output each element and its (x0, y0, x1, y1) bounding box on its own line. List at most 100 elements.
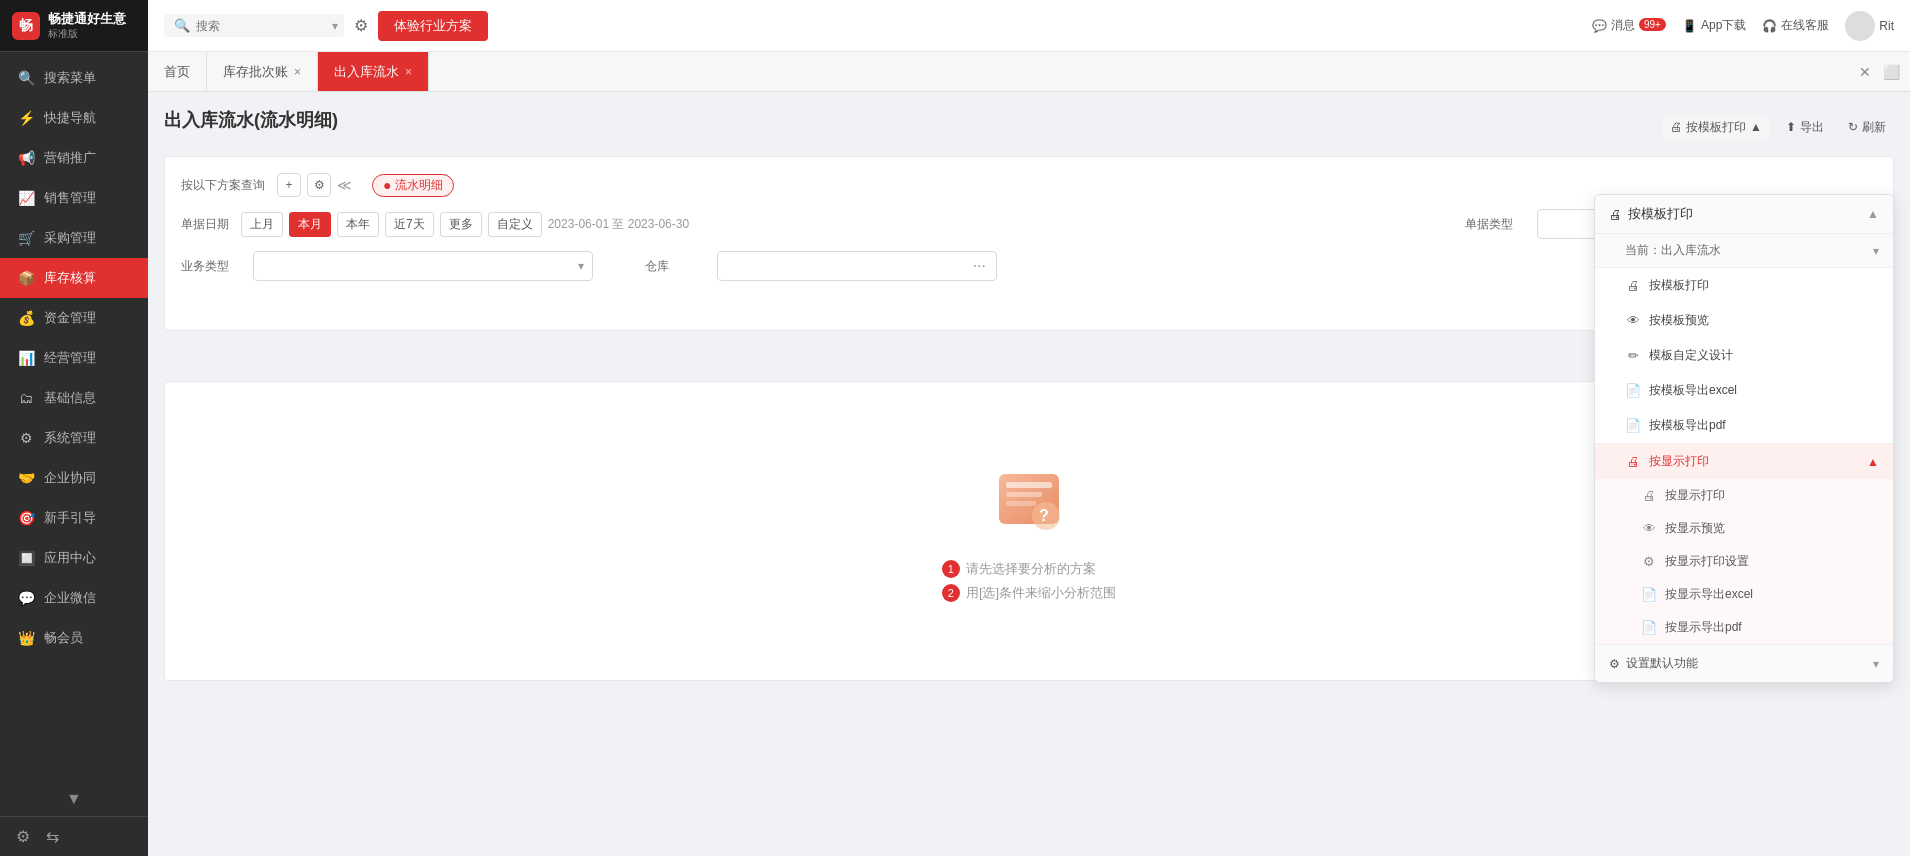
user-avatar-button[interactable]: Rit (1845, 11, 1894, 41)
sidebar-scroll-down[interactable]: ▼ (0, 782, 148, 816)
date-filter: 上月 本月 本年 近7天 更多 自定义 2023-06-01 至 2023-06… (241, 212, 1453, 237)
app-download-label: App下载 (1701, 17, 1746, 34)
sidebar-item-guide[interactable]: 🎯 新手引导 (0, 498, 148, 538)
sidebar-item-wechat[interactable]: 💬 企业微信 (0, 578, 148, 618)
warehouse-more-icon[interactable]: ··· (973, 257, 986, 275)
scroll-down-button[interactable]: ▼ (0, 786, 148, 812)
topbar-actions: 💬 消息 99+ 📱 App下载 🎧 在线客服 Rit (1592, 11, 1894, 41)
display-export-excel-label: 按显示导出excel (1665, 586, 1753, 603)
dropdown-item-display-preview[interactable]: 👁 按显示预览 (1595, 512, 1893, 545)
sidebar-logo: 畅 畅捷通好生意 标准版 (0, 0, 148, 52)
message-button[interactable]: 💬 消息 99+ (1592, 17, 1666, 34)
service-icon: 🎧 (1762, 19, 1777, 33)
dropdown-item-display-print[interactable]: 🖨 按显示打印 (1595, 479, 1893, 512)
topbar-search-box[interactable]: 🔍 ▾ (164, 14, 344, 37)
dropdown-item-display-export-pdf[interactable]: 📄 按显示导出pdf (1595, 611, 1893, 644)
purchase-icon: 🛒 (16, 228, 36, 248)
maximize-window-icon[interactable]: ⬜ (1882, 63, 1900, 81)
dropdown-item-display-print-header[interactable]: 🖨 按显示打印 ▲ (1595, 444, 1893, 479)
toggle-sidebar-icon[interactable]: ⇆ (46, 827, 59, 846)
dropdown-header: 🖨 按模板打印 ▲ (1595, 195, 1893, 234)
filter-tag-label: 流水明细 (395, 177, 443, 194)
sidebar-item-label: 系统管理 (44, 429, 96, 447)
inventory-icon: 📦 (16, 268, 36, 288)
sidebar-item-app-center[interactable]: 🔲 应用中心 (0, 538, 148, 578)
sidebar-item-quick-nav[interactable]: ⚡ 快捷导航 (0, 98, 148, 138)
tab-in-out-flow[interactable]: 出入库流水 × (318, 52, 429, 91)
close-window-icon[interactable]: ✕ (1856, 63, 1874, 81)
template-print-icon: 🖨 (1625, 278, 1641, 294)
sidebar-item-inventory[interactable]: 📦 库存核算 (0, 258, 148, 298)
empty-illustration: ? (984, 454, 1074, 544)
search-nav-icon: 🔍 (16, 68, 36, 88)
user-name-label: Rit (1879, 19, 1894, 33)
sidebar-item-finance[interactable]: 💰 资金管理 (0, 298, 148, 338)
dropdown-item-template-export-pdf[interactable]: 📄 按模板导出pdf (1595, 408, 1893, 443)
date-btn-custom[interactable]: 自定义 (488, 212, 542, 237)
sidebar-bottom: ⚙ ⇆ (0, 816, 148, 856)
date-btn-last-month[interactable]: 上月 (241, 212, 283, 237)
svg-text:?: ? (1039, 507, 1049, 524)
biz-type-select[interactable]: ▾ (253, 251, 593, 281)
dropdown-item-template-design[interactable]: ✏ 模板自定义设计 (1595, 338, 1893, 373)
sidebar-item-sales[interactable]: 📈 销售管理 (0, 178, 148, 218)
date-btn-this-month[interactable]: 本月 (289, 212, 331, 237)
warehouse-select[interactable]: ··· (717, 251, 997, 281)
empty-hint-1: 请先选择要分析的方案 (966, 560, 1096, 578)
display-section-collapse-icon[interactable]: ▲ (1867, 455, 1879, 469)
dropdown-collapse-icon[interactable]: ▲ (1867, 207, 1879, 221)
topbar-gear-icon[interactable]: ⚙ (354, 16, 368, 35)
sidebar-item-label: 基础信息 (44, 389, 96, 407)
search-chevron-down-icon[interactable]: ▾ (332, 19, 338, 33)
sidebar-item-label: 快捷导航 (44, 109, 96, 127)
sidebar-item-operations[interactable]: 📊 经营管理 (0, 338, 148, 378)
refresh-button[interactable]: ↻ 刷新 (1840, 115, 1894, 140)
export-button[interactable]: ⬆ 导出 (1778, 115, 1832, 140)
dropdown-item-template-export-excel[interactable]: 📄 按模板导出excel (1595, 373, 1893, 408)
sidebar-item-member[interactable]: 👑 畅会员 (0, 618, 148, 658)
sidebar-item-system[interactable]: ⚙ 系统管理 (0, 418, 148, 458)
dropdown-item-template-preview[interactable]: 👁 按模板预览 (1595, 303, 1893, 338)
tab-batch-account[interactable]: 库存批次账 × (207, 52, 318, 91)
date-btn-this-year[interactable]: 本年 (337, 212, 379, 237)
topbar: 🔍 ▾ ⚙ 体验行业方案 💬 消息 99+ 📱 App下载 🎧 在线客服 R (148, 0, 1910, 52)
message-badge: 99+ (1639, 18, 1666, 31)
tab-home[interactable]: 首页 (148, 52, 207, 91)
print-template-button[interactable]: 🖨 按模板打印 ▲ (1662, 115, 1770, 140)
template-export-pdf-icon: 📄 (1625, 418, 1641, 434)
quick-nav-icon: ⚡ (16, 108, 36, 128)
sidebar-item-label: 营销推广 (44, 149, 96, 167)
date-btn-7days[interactable]: 近7天 (385, 212, 434, 237)
display-print-section-label: 按显示打印 (1649, 453, 1709, 470)
template-design-icon: ✏ (1625, 348, 1641, 364)
dropdown-template-section: 🖨 按模板打印 👁 按模板预览 ✏ 模板自定义设计 📄 按模板导出excel 📄 (1595, 268, 1893, 444)
content-area: 出入库流水(流水明细) 🖨 按模板打印 ▲ ⬆ 导出 ↻ 刷新 (148, 92, 1910, 856)
date-btn-more[interactable]: 更多 (440, 212, 482, 237)
tab-in-out-flow-close-icon[interactable]: × (405, 65, 412, 79)
sidebar-item-search[interactable]: 🔍 搜索菜单 (0, 58, 148, 98)
sidebar-item-marketing[interactable]: 📢 营销推广 (0, 138, 148, 178)
sidebar-item-purchase[interactable]: 🛒 采购管理 (0, 218, 148, 258)
tab-batch-account-close-icon[interactable]: × (294, 65, 301, 79)
logo-main-text: 畅捷通好生意 (48, 11, 126, 28)
settings-bottom-icon[interactable]: ⚙ (16, 827, 30, 846)
app-download-button[interactable]: 📱 App下载 (1682, 17, 1746, 34)
online-service-button[interactable]: 🎧 在线客服 (1762, 17, 1829, 34)
hint-num-1: 1 (942, 560, 960, 578)
message-label: 消息 (1611, 17, 1635, 34)
search-input[interactable] (196, 19, 326, 33)
filter-collapse-icon[interactable]: ≪ (337, 177, 352, 193)
warehouse-label: 仓库 (645, 258, 705, 275)
sidebar-nav: 🔍 搜索菜单 ⚡ 快捷导航 📢 营销推广 📈 销售管理 🛒 采购管理 📦 库存核… (0, 52, 148, 782)
filter-settings-button[interactable]: ⚙ (307, 173, 331, 197)
sidebar-item-base[interactable]: 🗂 基础信息 (0, 378, 148, 418)
dropdown-item-display-print-settings[interactable]: ⚙ 按显示打印设置 (1595, 545, 1893, 578)
dropdown-footer[interactable]: ⚙ 设置默认功能 ▾ (1595, 645, 1893, 682)
sidebar-item-enterprise[interactable]: 🤝 企业协同 (0, 458, 148, 498)
filter-add-button[interactable]: + (277, 173, 301, 197)
dropdown-item-template-print[interactable]: 🖨 按模板打印 (1595, 268, 1893, 303)
sidebar-item-label: 经营管理 (44, 349, 96, 367)
dropdown-item-display-export-excel[interactable]: 📄 按显示导出excel (1595, 578, 1893, 611)
industry-solution-button[interactable]: 体验行业方案 (378, 11, 488, 41)
display-print-label: 按显示打印 (1665, 487, 1725, 504)
